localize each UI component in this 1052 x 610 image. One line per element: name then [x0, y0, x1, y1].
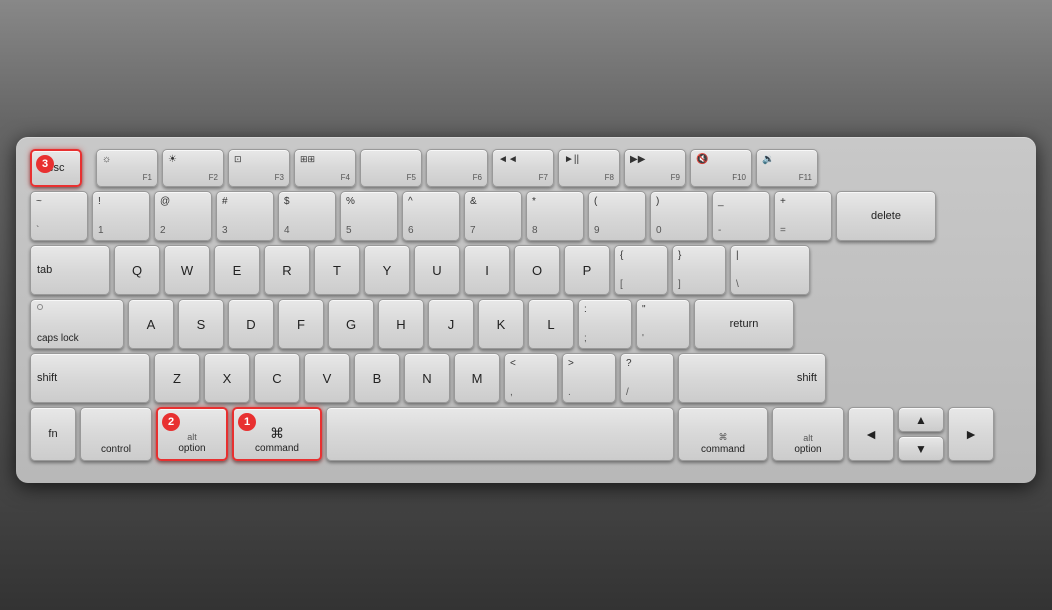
option-key-right[interactable]: alt option [772, 407, 844, 461]
tab-row: tab Q W E R T Y U I O P { [ } ] [30, 245, 1022, 295]
shift-row: shift Z X C V B N M < , > . [30, 353, 1022, 403]
0-key[interactable]: ) 0 [650, 191, 708, 241]
semicolon-key[interactable]: : ; [578, 299, 632, 349]
s-key[interactable]: S [178, 299, 224, 349]
x-key[interactable]: X [204, 353, 250, 403]
6-key[interactable]: ^ 6 [402, 191, 460, 241]
equals-key[interactable]: + = [774, 191, 832, 241]
caps-lock-key[interactable]: caps lock [30, 299, 124, 349]
d-key[interactable]: D [228, 299, 274, 349]
n-key[interactable]: N [404, 353, 450, 403]
u-key[interactable]: U [414, 245, 460, 295]
v-key[interactable]: V [304, 353, 350, 403]
f2-key[interactable]: ☀ F2 [162, 149, 224, 187]
g-key[interactable]: G [328, 299, 374, 349]
2-key[interactable]: @ 2 [154, 191, 212, 241]
option-key-left[interactable]: 2 alt option [156, 407, 228, 461]
f9-key[interactable]: ▶▶ F9 [624, 149, 686, 187]
z-key[interactable]: Z [154, 353, 200, 403]
fn-key[interactable]: fn [30, 407, 76, 461]
space-key[interactable] [326, 407, 674, 461]
f6-key[interactable]: F6 [426, 149, 488, 187]
f-key[interactable]: F [278, 299, 324, 349]
keyboard-background: 3 esc ☼ F1 ☀ F2 ⊡ [0, 0, 1052, 610]
m-key[interactable]: M [454, 353, 500, 403]
j-key[interactable]: J [428, 299, 474, 349]
keyboard-body: 3 esc ☼ F1 ☀ F2 ⊡ [16, 137, 1036, 483]
f8-key[interactable]: ►|| F8 [558, 149, 620, 187]
slash-key[interactable]: ? / [620, 353, 674, 403]
f10-key[interactable]: 🔇 F10 [690, 149, 752, 187]
backslash-key[interactable]: | \ [730, 245, 810, 295]
f7-key[interactable]: ◄◄ F7 [492, 149, 554, 187]
p-key[interactable]: P [564, 245, 610, 295]
down-arrow-key[interactable]: ▼ [898, 436, 944, 461]
left-arrow-key[interactable]: ◄ [848, 407, 894, 461]
right-shift-key[interactable]: shift [678, 353, 826, 403]
9-key[interactable]: ( 9 [588, 191, 646, 241]
f1-key[interactable]: ☼ F1 [96, 149, 158, 187]
l-key[interactable]: L [528, 299, 574, 349]
return-key[interactable]: return [694, 299, 794, 349]
f11-key[interactable]: 🔉 F11 [756, 149, 818, 187]
right-bracket-key[interactable]: } ] [672, 245, 726, 295]
caps-row: caps lock A S D F G H J K L : ; " ' [30, 299, 1022, 349]
minus-key[interactable]: _ - [712, 191, 770, 241]
e-key[interactable]: E [214, 245, 260, 295]
h-key[interactable]: H [378, 299, 424, 349]
esc-key[interactable]: 3 esc [30, 149, 82, 187]
comma-key[interactable]: < , [504, 353, 558, 403]
left-shift-key[interactable]: shift [30, 353, 150, 403]
w-key[interactable]: W [164, 245, 210, 295]
delete-key[interactable]: delete [836, 191, 936, 241]
k-key[interactable]: K [478, 299, 524, 349]
backtick-key[interactable]: ~ ` [30, 191, 88, 241]
control-key[interactable]: control [80, 407, 152, 461]
4-key[interactable]: $ 4 [278, 191, 336, 241]
number-row: ~ ` ! 1 @ 2 # 3 [30, 191, 1022, 241]
bottom-row: fn control 2 alt option 1 ⌘ comma [30, 407, 1022, 461]
5-key[interactable]: % 5 [340, 191, 398, 241]
function-row: 3 esc ☼ F1 ☀ F2 ⊡ [30, 149, 1022, 187]
t-key[interactable]: T [314, 245, 360, 295]
r-key[interactable]: R [264, 245, 310, 295]
f3-key[interactable]: ⊡ F3 [228, 149, 290, 187]
right-arrow-key[interactable]: ► [948, 407, 994, 461]
period-key[interactable]: > . [562, 353, 616, 403]
up-arrow-key[interactable]: ▲ [898, 407, 944, 432]
tab-key[interactable]: tab [30, 245, 110, 295]
3-key[interactable]: # 3 [216, 191, 274, 241]
f4-key[interactable]: ⊞⊞ F4 [294, 149, 356, 187]
command-key-left[interactable]: 1 ⌘ command [232, 407, 322, 461]
c-key[interactable]: C [254, 353, 300, 403]
1-key[interactable]: ! 1 [92, 191, 150, 241]
esc-badge: 3 [36, 155, 54, 173]
q-key[interactable]: Q [114, 245, 160, 295]
a-key[interactable]: A [128, 299, 174, 349]
y-key[interactable]: Y [364, 245, 410, 295]
b-key[interactable]: B [354, 353, 400, 403]
command-badge: 1 [238, 413, 256, 431]
option-badge: 2 [162, 413, 180, 431]
f5-key[interactable]: F5 [360, 149, 422, 187]
left-bracket-key[interactable]: { [ [614, 245, 668, 295]
8-key[interactable]: * 8 [526, 191, 584, 241]
o-key[interactable]: O [514, 245, 560, 295]
7-key[interactable]: & 7 [464, 191, 522, 241]
command-key-right[interactable]: ⌘ command [678, 407, 768, 461]
i-key[interactable]: I [464, 245, 510, 295]
quote-key[interactable]: " ' [636, 299, 690, 349]
